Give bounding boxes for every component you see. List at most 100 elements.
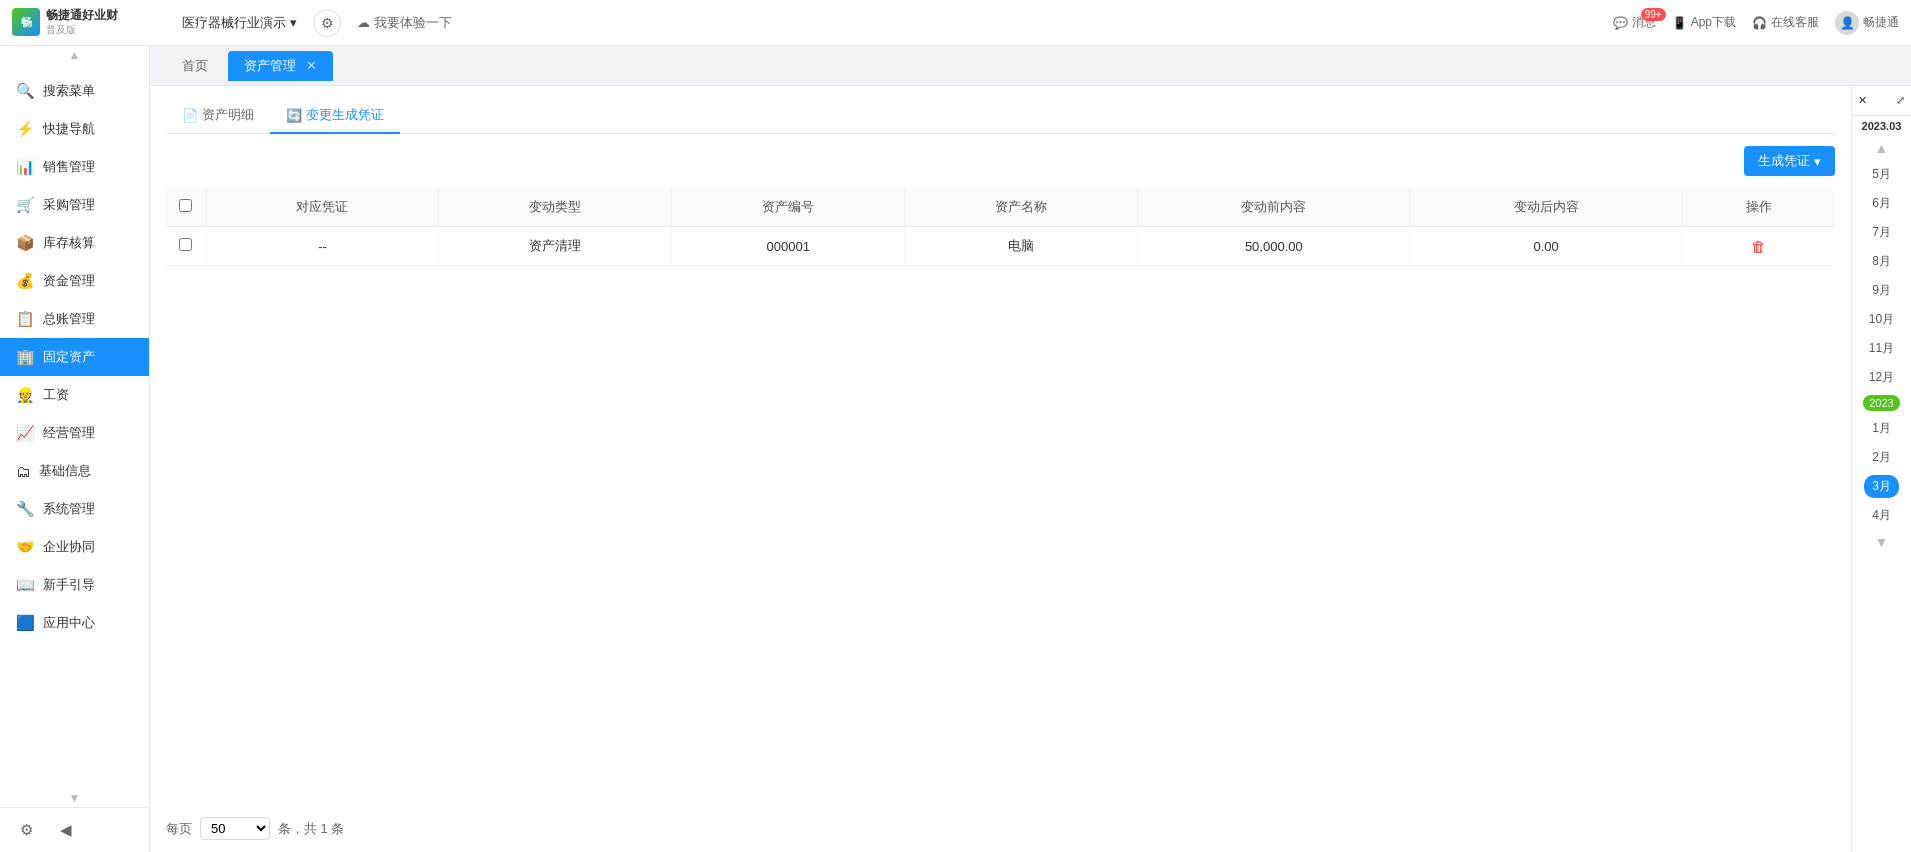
tab-home[interactable]: 首页 bbox=[166, 51, 224, 81]
right-panel-close-btn[interactable]: ✕ bbox=[1858, 94, 1867, 107]
sidebar-label-guide: 新手引导 bbox=[43, 576, 95, 594]
month-5[interactable]: 5月 bbox=[1864, 163, 1899, 186]
panel-scroll-down[interactable]: ▼ bbox=[1852, 530, 1911, 554]
month-row-12: 12月 bbox=[1852, 363, 1911, 392]
delete-button[interactable]: 🗑 bbox=[1751, 238, 1766, 255]
month-9[interactable]: 9月 bbox=[1864, 279, 1899, 302]
ledger-icon: 📋 bbox=[16, 310, 35, 328]
sidebar-scroll-up[interactable]: ▲ bbox=[0, 46, 149, 64]
message-button[interactable]: 💬 消息 99+ bbox=[1613, 14, 1656, 31]
main-layout: ▲ 🔍 搜索菜单 ⚡ 快捷导航 📊 销售管理 🛒 采购管理 📦 库存核算 bbox=[0, 46, 1911, 852]
sidebar-item-ledger[interactable]: 📋 总账管理 bbox=[0, 300, 149, 338]
row-asset-code: 000001 bbox=[672, 227, 905, 266]
user-name: 畅捷通 bbox=[1863, 14, 1899, 31]
sidebar-nav: 🔍 搜索菜单 ⚡ 快捷导航 📊 销售管理 🛒 采购管理 📦 库存核算 💰 bbox=[0, 64, 149, 789]
month-row-3: 3月 bbox=[1852, 472, 1911, 501]
row-asset-name: 电脑 bbox=[905, 227, 1138, 266]
month-3[interactable]: 3月 bbox=[1864, 475, 1899, 498]
table-header-row: 对应凭证 变动类型 资产编号 资产名称 变动前内容 变动后内容 操作 bbox=[166, 188, 1835, 227]
generate-voucher-button[interactable]: 生成凭证 ▾ bbox=[1744, 146, 1835, 176]
trend-icon: 📈 bbox=[16, 424, 35, 442]
app-download-button[interactable]: 📱 App下载 bbox=[1672, 14, 1736, 31]
experience-button[interactable]: ☁ 我要体验一下 bbox=[349, 10, 460, 36]
sidebar-label-ledger: 总账管理 bbox=[43, 310, 95, 328]
app-label: App下载 bbox=[1691, 14, 1736, 31]
month-2[interactable]: 2月 bbox=[1864, 446, 1899, 469]
th-checkbox bbox=[166, 188, 206, 227]
row-action-cell: 🗑 bbox=[1682, 227, 1835, 266]
building-icon: 🏢 bbox=[16, 348, 35, 366]
sidebar-item-sales[interactable]: 📊 销售管理 bbox=[0, 148, 149, 186]
month-7[interactable]: 7月 bbox=[1864, 221, 1899, 244]
month-row-6: 6月 bbox=[1852, 189, 1911, 218]
panel-scroll-up[interactable]: ▲ bbox=[1852, 136, 1911, 160]
row-checkbox[interactable] bbox=[179, 238, 192, 251]
folder-icon: 🗂 bbox=[16, 463, 31, 480]
sidebar-label-quicknav: 快捷导航 bbox=[43, 120, 95, 138]
sidebar-settings-button[interactable]: ⚙ bbox=[12, 816, 40, 844]
pagination: 每页 10 20 50 100 条，共 1 条 bbox=[166, 805, 1835, 840]
year-2023-badge[interactable]: 2023 bbox=[1863, 395, 1899, 411]
month-11[interactable]: 11月 bbox=[1861, 337, 1902, 360]
service-label: 在线客服 bbox=[1771, 14, 1819, 31]
sidebar-label-inventory: 库存核算 bbox=[43, 234, 95, 252]
industry-label: 医疗器械行业演示 bbox=[182, 14, 286, 32]
sidebar-label-sales: 销售管理 bbox=[43, 158, 95, 176]
search-icon: 🔍 bbox=[16, 82, 35, 100]
sidebar-item-quicknav[interactable]: ⚡ 快捷导航 bbox=[0, 110, 149, 148]
industry-selector[interactable]: 医疗器械行业演示 ▾ bbox=[174, 10, 305, 36]
sidebar-item-salary[interactable]: 👷 工资 bbox=[0, 376, 149, 414]
settings-button[interactable]: ⚙ bbox=[313, 9, 341, 37]
cloud-icon: ☁ bbox=[357, 15, 370, 30]
tab-close-icon[interactable]: ✕ bbox=[306, 58, 317, 73]
tab-bar: 首页 资产管理 ✕ bbox=[150, 46, 1911, 86]
tab-asset-management[interactable]: 资产管理 ✕ bbox=[228, 51, 333, 81]
th-asset-name: 资产名称 bbox=[905, 188, 1138, 227]
month-4[interactable]: 4月 bbox=[1864, 504, 1899, 527]
sidebar-item-basic[interactable]: 🗂 基础信息 bbox=[0, 452, 149, 490]
customer-service-button[interactable]: 🎧 在线客服 bbox=[1752, 14, 1819, 31]
header-center: 医疗器械行业演示 ▾ ⚙ ☁ 我要体验一下 bbox=[174, 9, 1601, 37]
sidebar-item-system[interactable]: 🔧 系统管理 bbox=[0, 490, 149, 528]
sidebar-item-inventory[interactable]: 📦 库存核算 bbox=[0, 224, 149, 262]
sidebar-item-collab[interactable]: 🤝 企业协同 bbox=[0, 528, 149, 566]
inner-content: 📄 资产明细 🔄 变更生成凭证 生成凭证 ▾ bbox=[150, 86, 1851, 852]
page-size-select[interactable]: 10 20 50 100 bbox=[200, 817, 270, 840]
month-8[interactable]: 8月 bbox=[1864, 250, 1899, 273]
sidebar-item-guide[interactable]: 📖 新手引导 bbox=[0, 566, 149, 604]
sidebar-collapse-button[interactable]: ◀ bbox=[52, 816, 80, 844]
headset-icon: 🎧 bbox=[1752, 16, 1767, 30]
sidebar-item-funds[interactable]: 💰 资金管理 bbox=[0, 262, 149, 300]
tab-asset-label: 资产管理 bbox=[244, 58, 296, 73]
month-12[interactable]: 12月 bbox=[1861, 366, 1902, 389]
sidebar-label-funds: 资金管理 bbox=[43, 272, 95, 290]
sidebar-label-search: 搜索菜单 bbox=[43, 82, 95, 100]
row-after: 0.00 bbox=[1410, 227, 1682, 266]
sidebar-label-operations: 经营管理 bbox=[43, 424, 95, 442]
handshake-icon: 🤝 bbox=[16, 538, 35, 556]
sidebar-label-salary: 工资 bbox=[43, 386, 69, 404]
sub-tab-detail[interactable]: 📄 资产明细 bbox=[166, 98, 270, 134]
month-6[interactable]: 6月 bbox=[1864, 192, 1899, 215]
month-row-4: 4月 bbox=[1852, 501, 1911, 530]
month-row-7: 7月 bbox=[1852, 218, 1911, 247]
sidebar-bottom: ⚙ ◀ bbox=[0, 807, 149, 852]
message-icon: 💬 bbox=[1613, 16, 1628, 30]
wrench-icon: 🔧 bbox=[16, 500, 35, 518]
right-panel-expand-btn[interactable]: ⤢ bbox=[1896, 94, 1905, 107]
sidebar-item-apps[interactable]: 🟦 应用中心 bbox=[0, 604, 149, 642]
sidebar-item-search[interactable]: 🔍 搜索菜单 bbox=[0, 72, 149, 110]
sidebar-scroll-down[interactable]: ▼ bbox=[0, 789, 149, 807]
user-menu[interactable]: 👤 畅捷通 bbox=[1835, 11, 1899, 35]
user-avatar: 👤 bbox=[1835, 11, 1859, 35]
month-1[interactable]: 1月 bbox=[1864, 417, 1899, 440]
select-all-checkbox[interactable] bbox=[179, 199, 192, 212]
table-row: -- 资产清理 000001 电脑 50,000.00 0.00 🗑 bbox=[166, 227, 1835, 266]
sidebar-item-purchase[interactable]: 🛒 采购管理 bbox=[0, 186, 149, 224]
sidebar-item-operations[interactable]: 📈 经营管理 bbox=[0, 414, 149, 452]
sidebar-item-fixed[interactable]: 🏢 固定资产 bbox=[0, 338, 149, 376]
tab-home-label: 首页 bbox=[182, 58, 208, 73]
chart-icon: 📊 bbox=[16, 158, 35, 176]
sub-tab-change[interactable]: 🔄 变更生成凭证 bbox=[270, 98, 400, 134]
month-10[interactable]: 10月 bbox=[1861, 308, 1902, 331]
